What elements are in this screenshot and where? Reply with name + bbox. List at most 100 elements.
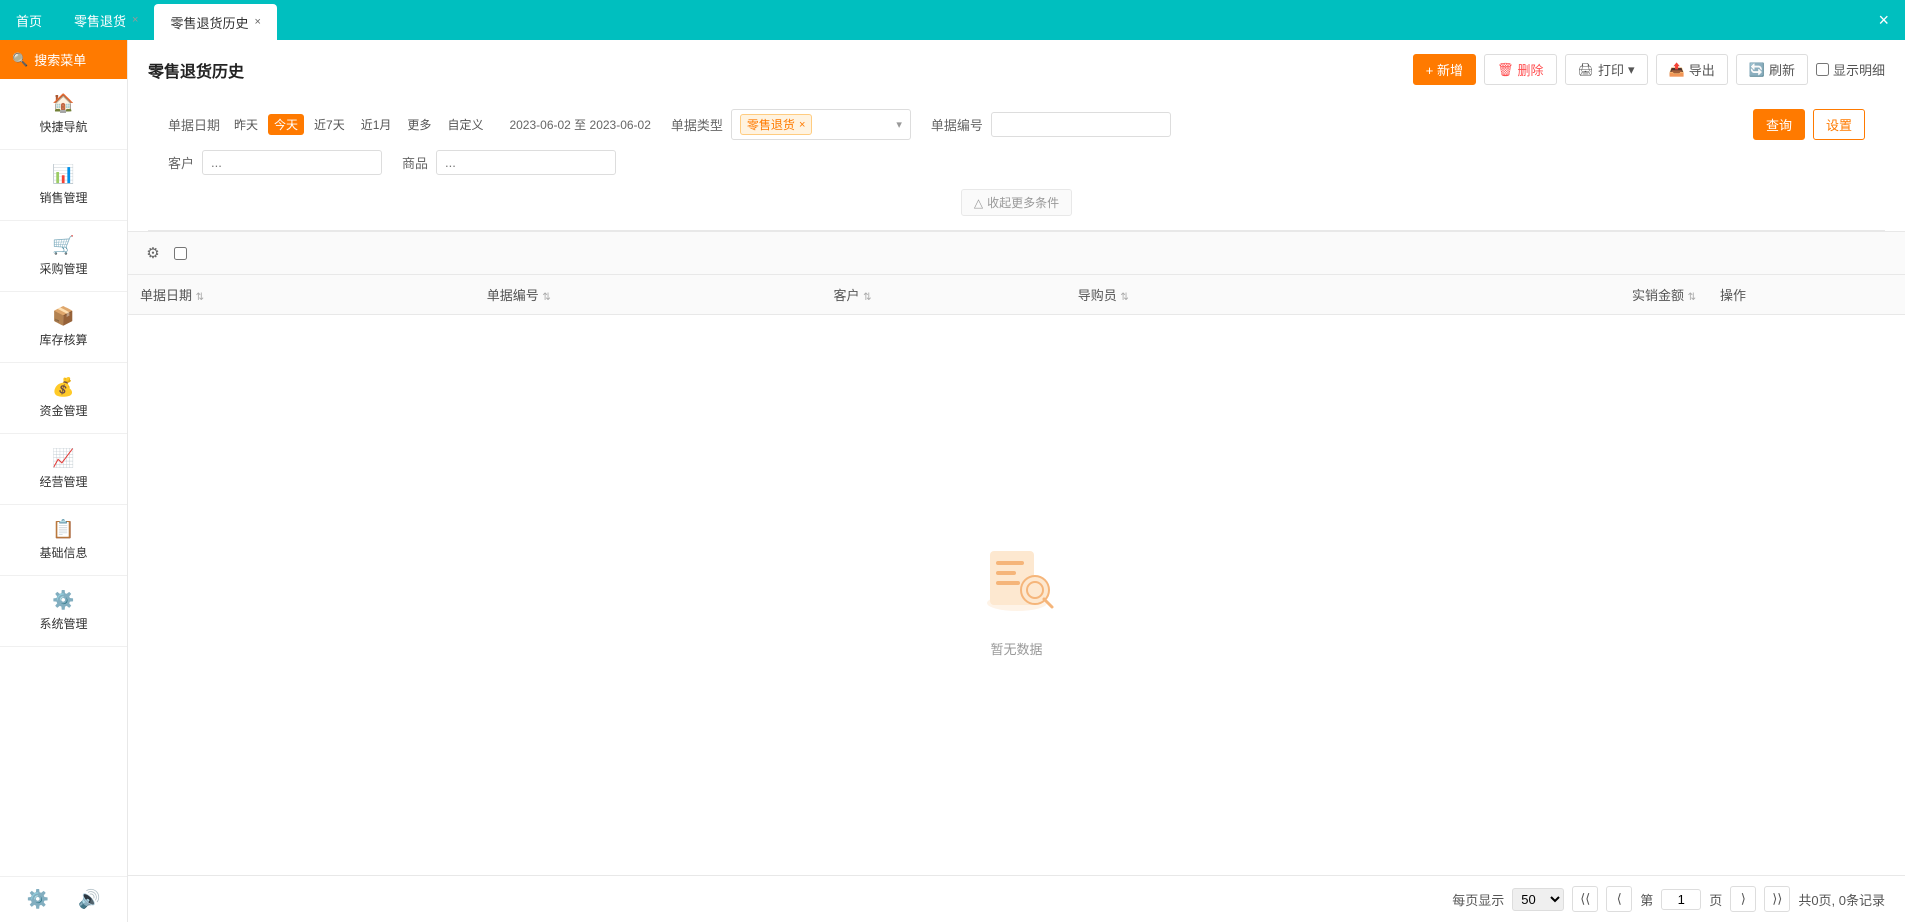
col-guide-label: 导购员 xyxy=(1078,288,1117,303)
query-button[interactable]: 查询 xyxy=(1753,109,1805,140)
bill-type-label: 单据类型 xyxy=(671,115,723,134)
last7-btn[interactable]: 近7天 xyxy=(308,114,351,135)
tab-home[interactable]: 首页 xyxy=(0,0,58,40)
last1month-btn[interactable]: 近1月 xyxy=(355,114,398,135)
col-action-label: 操作 xyxy=(1720,288,1746,303)
settings-button[interactable]: 设置 xyxy=(1813,109,1865,140)
bill-no-input[interactable] xyxy=(991,112,1171,137)
export-icon: 📤 xyxy=(1669,62,1685,78)
sidebar-item-purchase-label: 采购管理 xyxy=(39,260,87,277)
pagination: 每页显示 20 50 100 ⟨⟨ ⟨ 第 页 ⟩ ⟩⟩ 共0页, 0条记录 xyxy=(128,875,1905,922)
goods-label: 商品 xyxy=(402,153,428,172)
sidebar-search[interactable]: 🔍 搜索菜单 xyxy=(0,40,127,79)
sidebar-item-finance-label: 资金管理 xyxy=(39,402,87,419)
sidebar-item-basic-info[interactable]: 📋 基础信息 xyxy=(0,505,127,576)
col-no[interactable]: 单据编号 ⇅ xyxy=(475,275,822,315)
delete-icon: 🗑 xyxy=(1497,62,1514,78)
total-label: 共0页, 0条记录 xyxy=(1798,890,1885,909)
goods-input[interactable] xyxy=(436,150,616,175)
page-input[interactable] xyxy=(1661,889,1701,910)
chart-icon: 📊 xyxy=(52,164,74,185)
next-page-button[interactable]: ⟩ xyxy=(1730,886,1756,912)
settings-icon[interactable]: ⚙️ xyxy=(27,889,49,910)
page-title: 零售退货历史 xyxy=(148,58,244,82)
more-btn[interactable]: 更多 xyxy=(401,114,437,135)
bill-type-tag-close[interactable]: × xyxy=(799,119,805,131)
col-customer-label: 客户 xyxy=(833,288,859,303)
toolbar: + 新增 🗑 删除 🖨 打印 ▾ 📤 导出 🔄 xyxy=(1413,54,1885,85)
sidebar-item-quick-nav-label: 快捷导航 xyxy=(39,118,87,135)
refresh-button[interactable]: 🔄 刷新 xyxy=(1736,54,1808,85)
today-btn[interactable]: 今天 xyxy=(268,114,304,135)
sidebar-item-finance[interactable]: 💰 资金管理 xyxy=(0,363,127,434)
collapse-row: △ 收起更多条件 xyxy=(168,185,1865,218)
empty-state-text: 暂无数据 xyxy=(990,639,1042,658)
data-table: 单据日期 ⇅ 单据编号 ⇅ 客户 ⇅ 导购员 xyxy=(128,275,1905,315)
sidebar-item-sales[interactable]: 📊 销售管理 xyxy=(0,150,127,221)
delete-button[interactable]: 🗑 删除 xyxy=(1484,54,1557,85)
col-customer[interactable]: 客户 ⇅ xyxy=(821,275,1065,315)
sidebar: 🔍 搜索菜单 🏠 快捷导航 📊 销售管理 🛒 采购管理 📦 库存核算 💰 资金管… xyxy=(0,40,128,922)
bill-type-tag-value: 零售退货 xyxy=(747,116,795,133)
date-filter-label: 单据日期 xyxy=(168,115,220,134)
custom-btn[interactable]: 自定义 xyxy=(441,114,489,135)
bill-type-filter-group: 单据类型 零售退货 × ▾ xyxy=(671,109,911,140)
bill-no-filter-group: 单据编号 xyxy=(931,112,1171,137)
customer-input[interactable] xyxy=(202,150,382,175)
date-filter-group: 单据日期 昨天 今天 近7天 近1月 更多 自定义 xyxy=(168,114,489,135)
table-toolbar: ⚙ xyxy=(128,232,1905,275)
new-button[interactable]: + 新增 xyxy=(1413,54,1476,85)
collapse-arrow-icon: △ xyxy=(974,196,983,210)
yesterday-btn[interactable]: 昨天 xyxy=(228,114,264,135)
print-label: 打印 xyxy=(1598,60,1624,79)
col-action: 操作 xyxy=(1708,275,1905,315)
customer-label: 客户 xyxy=(168,153,194,172)
window-close-button[interactable]: × xyxy=(1862,10,1905,31)
empty-state: 暂无数据 xyxy=(128,315,1905,875)
show-detail-checkbox-label[interactable]: 显示明细 xyxy=(1816,60,1885,79)
bill-type-select[interactable]: 零售退货 × ▾ xyxy=(731,109,911,140)
tab-retail-return-close[interactable]: × xyxy=(132,14,138,26)
box-icon: 📦 xyxy=(52,306,74,327)
date-to: 2023-06-02 xyxy=(590,118,651,132)
bill-type-arrow-icon: ▾ xyxy=(896,118,902,131)
show-detail-checkbox[interactable] xyxy=(1816,63,1829,76)
sidebar-item-quick-nav[interactable]: 🏠 快捷导航 xyxy=(0,79,127,150)
print-button[interactable]: 🖨 打印 ▾ xyxy=(1565,54,1648,85)
per-page-select[interactable]: 20 50 100 xyxy=(1512,888,1564,911)
last-page-button[interactable]: ⟩⟩ xyxy=(1764,886,1790,912)
date-shortcuts: 昨天 今天 近7天 近1月 更多 自定义 xyxy=(228,114,489,135)
table-settings-icon[interactable]: ⚙ xyxy=(140,240,166,266)
sidebar-item-inventory[interactable]: 📦 库存核算 xyxy=(0,292,127,363)
select-all-checkbox[interactable] xyxy=(174,247,187,260)
tab-retail-return[interactable]: 零售退货 × xyxy=(58,0,154,40)
col-date-label: 单据日期 xyxy=(140,288,192,303)
print-icon: 🖨 xyxy=(1578,62,1595,78)
empty-state-icon xyxy=(972,533,1062,623)
collapse-button[interactable]: △ 收起更多条件 xyxy=(961,189,1072,216)
sidebar-item-system[interactable]: ⚙️ 系统管理 xyxy=(0,576,127,647)
volume-icon[interactable]: 🔊 xyxy=(78,889,100,910)
sidebar-bottom: ⚙️ 🔊 xyxy=(0,876,127,922)
col-amount[interactable]: 实销金额 ⇅ xyxy=(1361,275,1708,315)
col-amount-label: 实销金额 xyxy=(1632,288,1684,303)
sidebar-item-purchase[interactable]: 🛒 采购管理 xyxy=(0,221,127,292)
first-page-button[interactable]: ⟨⟨ xyxy=(1572,886,1598,912)
page-jump-label: 第 xyxy=(1640,890,1653,909)
top-bar: 首页 零售退货 × 零售退货历史 × × xyxy=(0,0,1905,40)
sidebar-item-operations[interactable]: 📈 经营管理 xyxy=(0,434,127,505)
sort-arrows-date: ⇅ xyxy=(196,292,204,303)
col-date[interactable]: 单据日期 ⇅ xyxy=(128,275,475,315)
export-button[interactable]: 📤 导出 xyxy=(1656,54,1728,85)
sort-arrows-customer: ⇅ xyxy=(863,292,871,303)
customer-filter-group: 客户 xyxy=(168,150,382,175)
prev-page-button[interactable]: ⟨ xyxy=(1606,886,1632,912)
per-page-label: 每页显示 xyxy=(1452,890,1504,909)
col-guide[interactable]: 导购员 ⇅ xyxy=(1066,275,1362,315)
sidebar-item-inventory-label: 库存核算 xyxy=(39,331,87,348)
tab-retail-return-history-close[interactable]: × xyxy=(254,16,260,28)
cart-icon: 🛒 xyxy=(52,235,74,256)
tab-retail-return-history[interactable]: 零售退货历史 × xyxy=(154,4,276,40)
bill-no-label: 单据编号 xyxy=(931,115,983,134)
search-icon: 🔍 xyxy=(12,52,28,68)
